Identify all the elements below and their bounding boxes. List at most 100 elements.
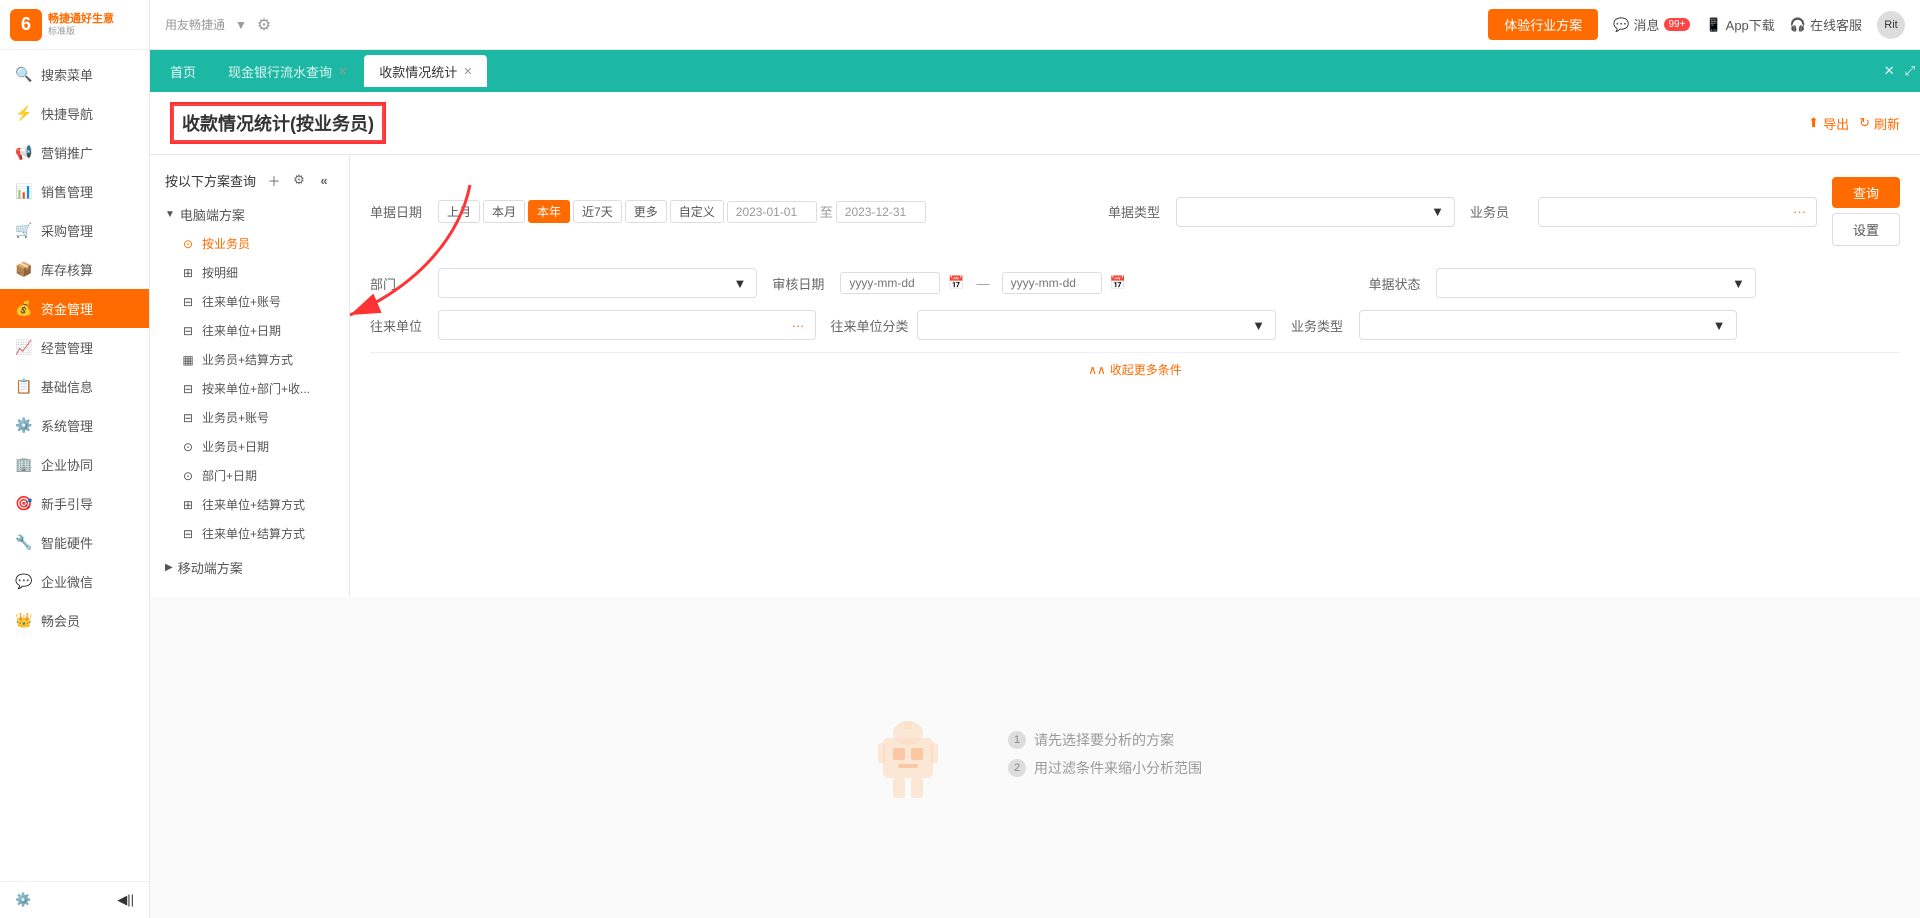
sidebar-item-inventory[interactable]: 📦 库存核算 (0, 250, 149, 289)
audit-date-from-input[interactable] (840, 272, 940, 294)
date-btn-more[interactable]: 更多 (625, 200, 667, 223)
settings-icon[interactable]: ⚙️ (15, 892, 31, 908)
scheme-item-by-unit-dept[interactable]: ⊟ 按来单位+部门+收... (150, 374, 349, 403)
date-from-input[interactable] (727, 201, 817, 223)
date-btn-7days[interactable]: 近7天 (573, 200, 622, 223)
scheme-group-desktop-title[interactable]: ▼ 电脑端方案 (150, 200, 349, 229)
expand-window-icon[interactable]: ⤢ (1905, 63, 1915, 79)
circle-icon: ⊙ (180, 236, 196, 252)
settings-button[interactable]: 设置 (1832, 213, 1900, 246)
empty-state: 1 请先选择要分析的方案 2 用过滤条件来缩小分析范围 (150, 597, 1920, 918)
empty-content: 1 请先选择要分析的方案 2 用过滤条件来缩小分析范围 (868, 708, 1202, 808)
finance-icon: 💰 (15, 300, 33, 318)
date-btn-last-month[interactable]: 上月 (438, 200, 480, 223)
counterpart-type-filter: 往来单位分类 ▼ (831, 310, 1277, 340)
audit-date-calendar-icon1[interactable]: 📅 (948, 275, 964, 291)
guide-icon: 🎯 (15, 495, 33, 513)
scheme-item-by-unit-payment1[interactable]: ⊞ 往来单位+结算方式 (150, 490, 349, 519)
sidebar-item-base-info[interactable]: 📋 基础信息 (0, 367, 149, 406)
page-actions: ⬆ 导出 ↻ 刷新 (1808, 114, 1900, 133)
header-actions: 体验行业方案 💬 消息 99+ 📱 App下载 🎧 在线客服 Rit (1488, 9, 1905, 40)
scheme-item-by-salesperson[interactable]: ⊙ 按业务员 (150, 229, 349, 258)
dept-dropdown[interactable]: ▼ (438, 268, 757, 298)
close-window-icon[interactable]: ✕ (1884, 63, 1895, 79)
dropdown-arrow-icon[interactable]: ▼ (235, 18, 247, 32)
bank-tab-close[interactable]: ✕ (338, 65, 347, 78)
app-logo: 6 畅捷通好生意 标准版 (0, 0, 149, 50)
collapse-scheme-button[interactable]: « (314, 170, 334, 190)
scheme-item-by-dept-date[interactable]: ⊙ 部门+日期 (150, 461, 349, 490)
add-scheme-button[interactable]: ＋ (264, 170, 284, 190)
scheme-item-by-detail[interactable]: ⊞ 按明细 (150, 258, 349, 287)
message-button[interactable]: 💬 消息 99+ (1613, 15, 1690, 34)
sidebar-item-wechat[interactable]: 💬 企业微信 (0, 562, 149, 601)
date-separator: 至 (820, 202, 833, 221)
sidebar-item-enterprise[interactable]: 🏢 企业协同 (0, 445, 149, 484)
collapse-button[interactable]: ∧∧ 收起更多条件 (1088, 361, 1182, 378)
scheme-group-mobile: ▶ 移动端方案 (150, 553, 349, 582)
sidebar-item-search[interactable]: 🔍 搜索菜单 (0, 55, 149, 94)
date-to-input[interactable] (836, 201, 926, 223)
scheme-item-by-salesperson-payment[interactable]: ▦ 业务员+结算方式 (150, 345, 349, 374)
counterpart-type-dropdown[interactable]: ▼ (917, 310, 1276, 340)
sidebar-item-guide[interactable]: 🎯 新手引导 (0, 484, 149, 523)
doc-type-filter: 单据类型 ▼ (1108, 197, 1455, 227)
trial-button[interactable]: 体验行业方案 (1488, 9, 1598, 40)
counterpart-dropdown[interactable]: ··· (438, 310, 816, 340)
sidebar-item-operations[interactable]: 📈 经营管理 (0, 328, 149, 367)
sidebar-item-system[interactable]: ⚙️ 系统管理 (0, 406, 149, 445)
audit-date-to-input[interactable] (1002, 272, 1102, 294)
user-avatar[interactable]: Rit (1877, 11, 1905, 39)
tab-home[interactable]: 首页 (155, 55, 211, 87)
tab-collection[interactable]: 收款情况统计 ✕ (364, 55, 487, 87)
system-icon: ⚙️ (15, 417, 33, 435)
doc-status-filter: 单据状态 ▼ (1368, 268, 1755, 298)
scheme-item-by-salesperson-account[interactable]: ⊟ 业务员+账号 (150, 403, 349, 432)
audit-date-calendar-icon2[interactable]: 📅 (1110, 275, 1126, 291)
sidebar-item-hardware[interactable]: 🔧 智能硬件 (0, 523, 149, 562)
desktop-group-arrow: ▼ (165, 209, 175, 220)
more-options-icon[interactable]: ··· (1793, 204, 1806, 219)
scheme-group-mobile-title[interactable]: ▶ 移动端方案 (150, 553, 349, 582)
query-button[interactable]: 查询 (1832, 177, 1900, 208)
salesperson-filter: 业务员 ··· (1470, 197, 1817, 227)
sidebar-item-purchase[interactable]: 🛒 采购管理 (0, 211, 149, 250)
online-service-button[interactable]: 🎧 在线客服 (1790, 15, 1862, 34)
service-icon: 🎧 (1790, 17, 1806, 33)
collapse-sidebar-icon[interactable]: ◀|| (117, 892, 134, 908)
refresh-button[interactable]: ↻ 刷新 (1859, 114, 1900, 133)
dept-dropdown-arrow: ▼ (734, 276, 747, 291)
sales-icon: 📊 (15, 183, 33, 201)
sidebar-item-sales[interactable]: 📊 销售管理 (0, 172, 149, 211)
counterpart-more-icon[interactable]: ··· (792, 318, 805, 333)
export-button[interactable]: ⬆ 导出 (1808, 114, 1849, 133)
date-btn-custom[interactable]: 自定义 (670, 200, 724, 223)
scheme-item-by-salesperson-date[interactable]: ⊙ 业务员+日期 (150, 432, 349, 461)
sidebar-item-member[interactable]: 👑 畅会员 (0, 601, 149, 640)
scheme-item-by-unit-date[interactable]: ⊟ 往来单位+日期 (150, 316, 349, 345)
biz-type-dropdown[interactable]: ▼ (1359, 310, 1737, 340)
table-icon3: ⊟ (180, 381, 196, 397)
table-icon2: ⊟ (180, 323, 196, 339)
scheme-item-by-unit-payment2[interactable]: ⊟ 往来单位+结算方式 (150, 519, 349, 548)
salesperson-dropdown[interactable]: ··· (1538, 197, 1817, 227)
sidebar-item-marketing[interactable]: 📢 营销推广 (0, 133, 149, 172)
table-icon1: ⊟ (180, 294, 196, 310)
tab-bar: 首页 现金银行流水查询 ✕ 收款情况统计 ✕ ✕ ⤢ (150, 50, 1920, 92)
counterpart-label: 往来单位 (370, 316, 430, 335)
date-btn-this-year[interactable]: 本年 (528, 200, 570, 223)
scheme-item-by-unit-account[interactable]: ⊟ 往来单位+账号 (150, 287, 349, 316)
sidebar-item-finance[interactable]: 💰 资金管理 (0, 289, 149, 328)
gear-settings-icon[interactable]: ⚙ (257, 15, 271, 35)
table-icon5: ⊟ (180, 526, 196, 542)
sidebar-item-quick-nav[interactable]: ⚡ 快捷导航 (0, 94, 149, 133)
tab-bank[interactable]: 现金银行流水查询 ✕ (213, 55, 362, 87)
audit-date-label: 审核日期 (772, 274, 832, 293)
app-download-button[interactable]: 📱 App下载 (1705, 15, 1774, 34)
doc-type-dropdown[interactable]: ▼ (1176, 197, 1455, 227)
doc-status-dropdown[interactable]: ▼ (1436, 268, 1755, 298)
scheme-settings-button[interactable]: ⚙ (289, 170, 309, 190)
collection-tab-close[interactable]: ✕ (463, 65, 472, 78)
date-btn-this-month[interactable]: 本月 (483, 200, 525, 223)
date-range-buttons: 上月 本月 本年 近7天 更多 自定义 至 (438, 200, 926, 223)
